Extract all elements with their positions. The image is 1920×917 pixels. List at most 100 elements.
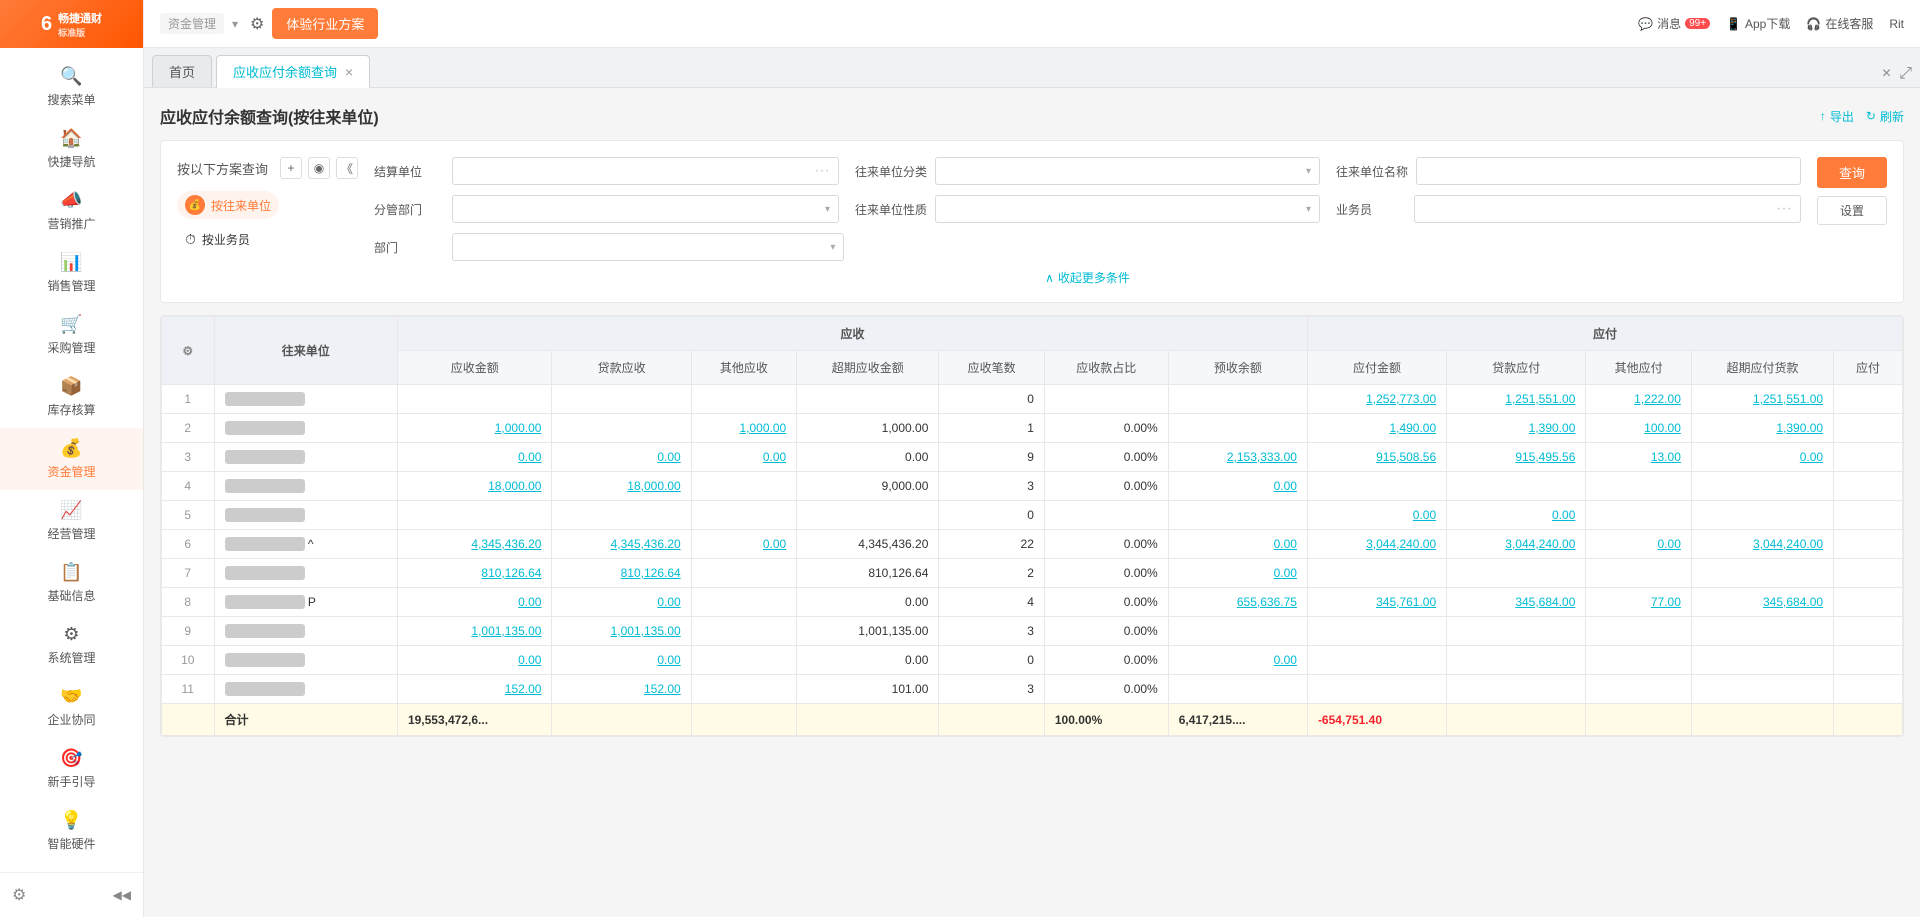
- filter-header: 按以下方案查询 + ◉ 《: [177, 157, 358, 179]
- filter-rows: 结算单位 ··· 往来单位分类 ▾: [374, 157, 1801, 261]
- footer-overdue-payable: [1691, 704, 1833, 736]
- filter-partner-category: 往来单位分类 ▾: [855, 157, 1320, 185]
- query-button[interactable]: 查询: [1817, 157, 1887, 188]
- sidebar-item-system[interactable]: ⚙ 系统管理: [0, 614, 143, 676]
- collapse-sidebar-btn[interactable]: ◀◀: [113, 888, 131, 902]
- export-button[interactable]: ↑ 导出: [1820, 108, 1854, 125]
- promo-button[interactable]: 体验行业方案: [272, 8, 378, 39]
- th-payable-next: 应付: [1834, 351, 1903, 385]
- app-edition: 标准版: [58, 26, 102, 39]
- main-content: 应收应付余额查询(按往来单位) ↑ 导出 ↻ 刷新 按以下方案查询 + ◉ 《: [144, 88, 1920, 917]
- th-other-receivable: 其他应收: [691, 351, 797, 385]
- scheme-salesperson-label: 按业务员: [202, 231, 250, 248]
- sidebar-item-label: 经营管理: [47, 525, 95, 542]
- filter-collapse-btn[interactable]: 《: [336, 157, 358, 179]
- collapse-icon: ∧: [1045, 271, 1054, 285]
- online-support-link[interactable]: 🎧 在线客服: [1806, 15, 1873, 32]
- filter-label: 按以下方案查询: [177, 159, 268, 178]
- th-loan-payable: 贷款应付: [1447, 351, 1586, 385]
- system-icon: ⚙: [63, 624, 79, 645]
- dept-manager-input[interactable]: ▾: [452, 195, 839, 223]
- sidebar-item-guide[interactable]: 🎯 新手引导: [0, 738, 143, 800]
- sidebar: 6 畅捷通财 标准版 🔍 搜索菜单 🏠 快捷导航 📣 营销推广 📊 销售管理 🛒…: [0, 0, 144, 917]
- settlement-unit-input[interactable]: ···: [452, 157, 839, 185]
- sidebar-item-basic-info[interactable]: 📋 基础信息: [0, 552, 143, 614]
- scheme-by-partner[interactable]: 💰 按往来单位: [177, 191, 279, 219]
- tab-bar-actions: × ⤢: [1882, 65, 1912, 87]
- th-settings[interactable]: ⚙: [162, 317, 215, 385]
- filter-edit-btn[interactable]: ◉: [308, 157, 330, 179]
- breadcrumb-chevron[interactable]: ▾: [232, 17, 238, 31]
- th-payable-amount: 应付金额: [1307, 351, 1446, 385]
- partner-category-input[interactable]: ▾: [935, 157, 1320, 185]
- page-header: 应收应付余额查询(按往来单位) ↑ 导出 ↻ 刷新: [160, 104, 1904, 128]
- filter-header-actions: + ◉ 《: [280, 157, 358, 179]
- tab-maximize[interactable]: ⤢: [1899, 65, 1912, 83]
- sidebar-item-purchase[interactable]: 🛒 采购管理: [0, 304, 143, 366]
- sidebar-item-hardware[interactable]: 💡 智能硬件: [0, 800, 143, 862]
- sidebar-item-label: 基础信息: [47, 587, 95, 604]
- table-row: 5 00.000.00: [162, 501, 1903, 530]
- topbar-left: 资金管理 ▾ ⚙ 体验行业方案: [160, 8, 1638, 39]
- filter-salesperson: 业务员 ···: [1336, 195, 1801, 223]
- sidebar-item-inventory[interactable]: 📦 库存核算: [0, 366, 143, 428]
- tab-current[interactable]: 应收应付余额查询 ×: [216, 55, 370, 87]
- settings-footer-icon[interactable]: ⚙: [12, 885, 26, 905]
- table-footer-row: 合计 19,553,472,6... 100.00% 6,417,215....…: [162, 704, 1903, 736]
- app-download-link[interactable]: 📱 App下载: [1726, 15, 1790, 32]
- guide-icon: 🎯: [60, 748, 82, 769]
- footer-loan-payable: [1447, 704, 1586, 736]
- department-arrow: ▾: [830, 242, 835, 253]
- sidebar-item-marketing[interactable]: 📣 营销推广: [0, 180, 143, 242]
- messages-badge[interactable]: 💬 消息 99+: [1638, 15, 1710, 32]
- sidebar-item-home[interactable]: 🏠 快捷导航: [0, 118, 143, 180]
- sidebar-item-label: 企业协同: [47, 711, 95, 728]
- filter-schemes: 💰 按往来单位 ⏱ 按业务员: [177, 191, 358, 252]
- sidebar-item-finance[interactable]: 💰 资金管理: [0, 428, 143, 490]
- finance-icon: 💰: [60, 438, 82, 459]
- scheme-by-salesperson[interactable]: ⏱ 按业务员: [177, 227, 279, 252]
- sidebar-item-collab[interactable]: 🤝 企业协同: [0, 676, 143, 738]
- sidebar-item-sales[interactable]: 📊 销售管理: [0, 242, 143, 304]
- topbar-settings-icon[interactable]: ⚙: [250, 14, 264, 34]
- sidebar-item-search[interactable]: 🔍 搜索菜单: [0, 56, 143, 118]
- collapse-more-btn[interactable]: ∧ 收起更多条件: [374, 261, 1801, 286]
- th-receivable-ratio: 应收款占比: [1044, 351, 1168, 385]
- tab-home[interactable]: 首页: [152, 55, 212, 87]
- partner-name-input[interactable]: [1416, 157, 1801, 185]
- table-row: 1 01,252,773.001,251,551.001,222.001,251…: [162, 385, 1903, 414]
- setting-button[interactable]: 设置: [1817, 196, 1887, 225]
- footer-receivable-ratio: 100.00%: [1044, 704, 1168, 736]
- salesperson-input[interactable]: ···: [1414, 195, 1801, 223]
- sidebar-item-operations[interactable]: 📈 经营管理: [0, 490, 143, 552]
- tab-close-window[interactable]: ×: [1882, 65, 1891, 83]
- sidebar-item-label: 资金管理: [47, 463, 95, 480]
- partner-nature-input[interactable]: ▾: [935, 195, 1320, 223]
- filter-row-3: 部门 ▾: [374, 233, 1801, 261]
- user-name[interactable]: Rit: [1889, 17, 1904, 31]
- inventory-icon: 📦: [60, 376, 82, 397]
- filter-row-2: 分管部门 ▾ 往来单位性质 ▾: [374, 195, 1801, 223]
- sidebar-footer: ⚙ ◀◀: [0, 872, 143, 917]
- th-other-payable: 其他应付: [1586, 351, 1692, 385]
- table-row: 6 ^4,345,436.204,345,436.200.004,345,436…: [162, 530, 1903, 559]
- marketing-icon: 📣: [60, 190, 82, 211]
- dept-manager-arrow: ▾: [825, 204, 830, 215]
- sidebar-item-wechat[interactable]: 💬 企业微信: [0, 862, 143, 872]
- tab-bar: 首页 应收应付余额查询 × × ⤢: [144, 48, 1920, 88]
- th-partner: 往来单位: [214, 317, 397, 385]
- page-actions: ↑ 导出 ↻ 刷新: [1820, 108, 1904, 125]
- data-table: ⚙ 往来单位 应收 应付 应收金额 贷款应收 其他应收 超期应收金额 应收笔数 …: [161, 316, 1903, 736]
- refresh-button[interactable]: ↻ 刷新: [1866, 108, 1904, 125]
- th-advance-balance: 预收余额: [1168, 351, 1307, 385]
- filter-settlement-unit: 结算单位 ···: [374, 157, 839, 185]
- department-input[interactable]: ▾: [452, 233, 844, 261]
- filter-add-btn[interactable]: +: [280, 157, 302, 179]
- sidebar-item-label: 搜索菜单: [47, 91, 95, 108]
- tab-close-btn[interactable]: ×: [345, 64, 353, 80]
- table-row: 2 1,000.001,000.001,000.0010.00%1,490.00…: [162, 414, 1903, 443]
- footer-payable-amount: -654,751.40: [1307, 704, 1446, 736]
- message-icon: 💬: [1638, 17, 1653, 31]
- basic-info-icon: 📋: [60, 562, 82, 583]
- settlement-unit-label: 结算单位: [374, 163, 444, 180]
